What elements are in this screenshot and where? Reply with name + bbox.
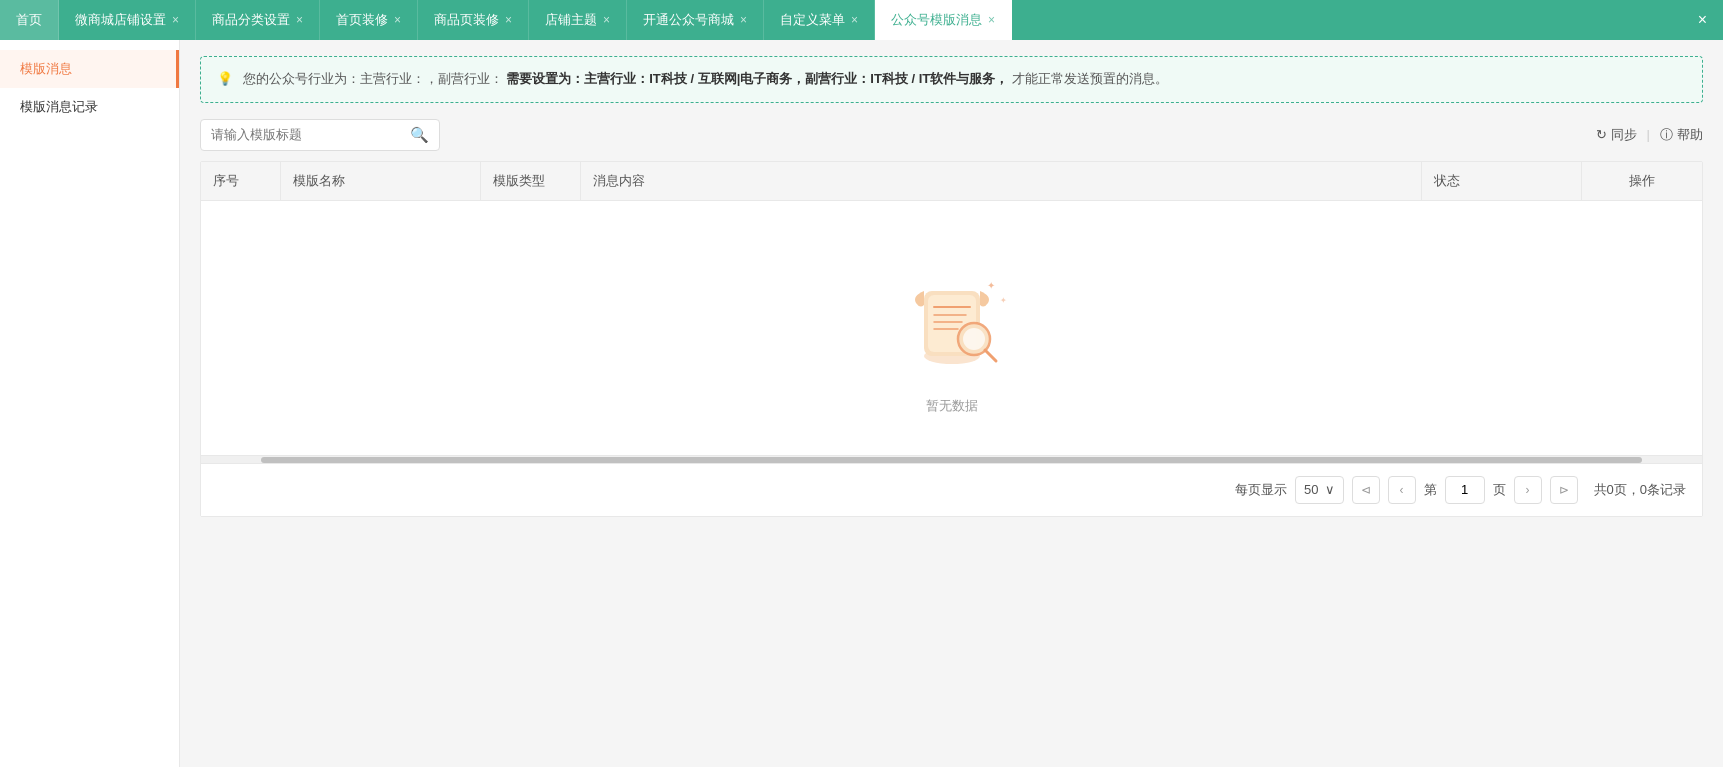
chevron-down-icon: ∨ [1325, 482, 1335, 497]
notice-icon: 💡 [217, 71, 233, 86]
help-icon: ⓘ [1660, 126, 1673, 144]
sidebar-item-template-record[interactable]: 模版消息记录 [0, 88, 179, 126]
empty-state: ✦ ✦ 暂无数据 [201, 201, 1702, 455]
col-header-seq: 序号 [201, 162, 281, 200]
toolbar-right: ↻ 同步 | ⓘ 帮助 [1596, 126, 1703, 144]
svg-text:✦: ✦ [1000, 296, 1007, 305]
col-header-name: 模版名称 [281, 162, 481, 200]
col-header-action: 操作 [1582, 162, 1702, 200]
close-tab-category[interactable]: × [296, 13, 303, 27]
tab-product-decoration[interactable]: 商品页装修 × [418, 0, 529, 40]
empty-illustration: ✦ ✦ [892, 261, 1012, 381]
page-unit-label: 页 [1493, 481, 1506, 499]
tab-home-decoration[interactable]: 首页装修 × [320, 0, 418, 40]
help-button[interactable]: ⓘ 帮助 [1660, 126, 1703, 144]
page-size-value: 50 [1304, 482, 1318, 497]
close-tab-custom-menu[interactable]: × [851, 13, 858, 27]
col-header-type: 模版类型 [481, 162, 581, 200]
search-icon[interactable]: 🔍 [410, 126, 429, 144]
toolbar: 🔍 ↻ 同步 | ⓘ 帮助 [200, 119, 1703, 151]
table-header: 序号 模版名称 模版类型 消息内容 状态 操作 [201, 162, 1702, 201]
col-header-status: 状态 [1422, 162, 1582, 200]
tab-store-theme[interactable]: 店铺主题 × [529, 0, 627, 40]
scrollbar-thumb[interactable] [261, 457, 1642, 463]
tab-shop-settings[interactable]: 微商城店铺设置 × [59, 0, 196, 40]
tab-home[interactable]: 首页 [0, 0, 59, 40]
main-layout: 模版消息 模版消息记录 💡 您的公众号行业为：主营行业：，副营行业： 需要设置为… [0, 40, 1723, 767]
sidebar: 模版消息 模版消息记录 [0, 40, 180, 767]
tab-custom-menu[interactable]: 自定义菜单 × [764, 0, 875, 40]
svg-point-8 [963, 328, 985, 350]
prev-page-button[interactable]: ‹ [1388, 476, 1416, 504]
sync-button[interactable]: ↻ 同步 [1596, 126, 1637, 144]
notice-box: 💡 您的公众号行业为：主营行业：，副营行业： 需要设置为：主营行业：IT科技 /… [200, 56, 1703, 103]
tab-template-msg[interactable]: 公众号模版消息 × [875, 0, 1012, 40]
close-tab-store-theme[interactable]: × [603, 13, 610, 27]
close-tab-shop-settings[interactable]: × [172, 13, 179, 27]
page-total: 共0页，0条记录 [1594, 481, 1686, 499]
search-input[interactable] [211, 127, 410, 142]
top-nav: 首页 微商城店铺设置 × 商品分类设置 × 首页装修 × 商品页装修 × 店铺主… [0, 0, 1723, 40]
table: 序号 模版名称 模版类型 消息内容 状态 操作 [200, 161, 1703, 517]
page-number-input[interactable] [1445, 476, 1485, 504]
first-page-button[interactable]: ⊲ [1352, 476, 1380, 504]
page-size-label: 每页显示 [1235, 481, 1287, 499]
horizontal-scrollbar[interactable] [201, 455, 1702, 463]
col-header-content: 消息内容 [581, 162, 1422, 200]
page-size-select[interactable]: 50 ∨ [1295, 476, 1343, 504]
close-tab-product-deco[interactable]: × [505, 13, 512, 27]
tab-category-settings[interactable]: 商品分类设置 × [196, 0, 320, 40]
close-tab-template-msg[interactable]: × [988, 13, 995, 27]
global-close-button[interactable]: × [1682, 11, 1723, 29]
current-page-label: 第 [1424, 481, 1437, 499]
toolbar-divider: | [1647, 127, 1650, 142]
close-tab-open-mall[interactable]: × [740, 13, 747, 27]
svg-text:✦: ✦ [987, 280, 995, 291]
close-tab-home-deco[interactable]: × [394, 13, 401, 27]
next-page-button[interactable]: › [1514, 476, 1542, 504]
tab-open-mall[interactable]: 开通公众号商城 × [627, 0, 764, 40]
content-area: 💡 您的公众号行业为：主营行业：，副营行业： 需要设置为：主营行业：IT科技 /… [180, 40, 1723, 767]
sidebar-item-template-msg[interactable]: 模版消息 [0, 50, 179, 88]
search-box[interactable]: 🔍 [200, 119, 440, 151]
empty-text: 暂无数据 [926, 397, 978, 415]
svg-line-9 [985, 350, 996, 361]
pagination: 每页显示 50 ∨ ⊲ ‹ 第 页 › ⊳ 共0页，0条记录 [201, 463, 1702, 516]
last-page-button[interactable]: ⊳ [1550, 476, 1578, 504]
sync-icon: ↻ [1596, 127, 1607, 142]
